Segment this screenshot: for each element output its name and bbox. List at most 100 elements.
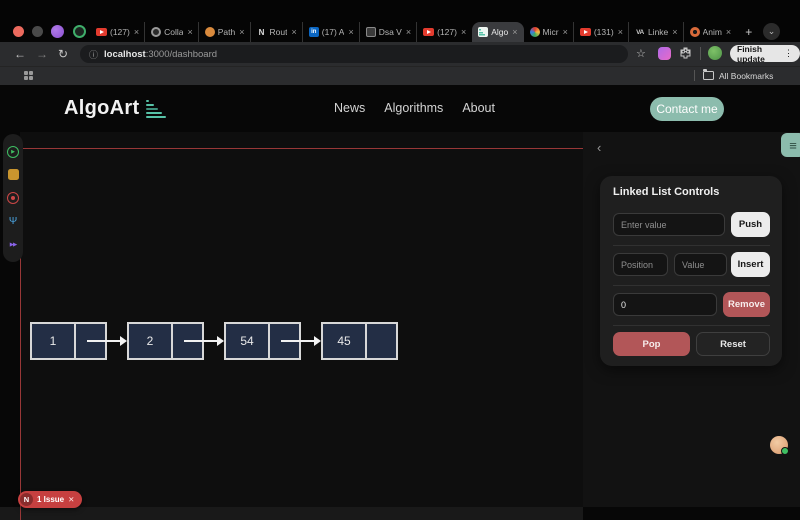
hamburger-menu-button[interactable]: ≡ xyxy=(781,133,800,157)
spider-favicon-icon xyxy=(690,27,700,37)
controls-panel: ‹ ≡ Linked List Controls Push Insert Rem… xyxy=(583,132,800,507)
next-pointer-arrow-icon xyxy=(184,340,217,342)
tab-close-icon[interactable]: × xyxy=(563,27,568,37)
push-value-input[interactable] xyxy=(613,213,725,236)
issue-badge[interactable]: N 1 Issue ✕ xyxy=(18,491,82,508)
tab-overflow-chevron-icon[interactable]: ⌄ xyxy=(763,23,780,40)
push-button[interactable]: Push xyxy=(731,212,770,237)
reset-button[interactable]: Reset xyxy=(696,332,770,356)
nextjs-logo-icon: N xyxy=(20,493,33,506)
app-nav: News Algorithms About xyxy=(334,101,495,115)
issue-close-icon[interactable]: ✕ xyxy=(68,495,74,504)
list-node[interactable]: 45 xyxy=(321,322,398,360)
tab-close-icon[interactable]: × xyxy=(187,27,192,37)
insert-button[interactable]: Insert xyxy=(731,252,770,277)
kebab-menu-icon[interactable]: ⋮ xyxy=(784,48,793,59)
browser-tab[interactable]: (131) × xyxy=(574,22,629,42)
flow-icon[interactable] xyxy=(7,215,19,227)
tab-close-icon[interactable]: × xyxy=(239,27,244,37)
controls-title: Linked List Controls xyxy=(613,186,719,198)
app-logo[interactable]: AlgoArt xyxy=(64,97,166,120)
tab-label: Micr xyxy=(543,27,559,37)
controls-divider xyxy=(613,245,770,246)
all-bookmarks-button[interactable]: All Bookmarks xyxy=(719,70,773,82)
contact-me-button[interactable]: Contact me xyxy=(650,97,724,121)
address-bar[interactable]: ⓘ localhost:3000/dashboard xyxy=(80,45,628,63)
tab-label: Dsa V xyxy=(379,27,402,37)
tab-close-icon[interactable]: × xyxy=(618,27,623,37)
forward-icon[interactable]: → xyxy=(36,45,48,63)
tab-close-icon[interactable]: × xyxy=(348,27,353,37)
remove-position-input[interactable] xyxy=(613,293,717,316)
node-value: 54 xyxy=(226,324,270,358)
next-pointer-arrow-icon xyxy=(87,340,120,342)
finish-update-button[interactable]: Finish update ⋮ xyxy=(730,45,800,62)
issue-count-label: 1 Issue xyxy=(37,495,64,504)
tab-label: (131) xyxy=(594,27,614,37)
browser-tab[interactable]: (127) × xyxy=(90,22,145,42)
browser-tab[interactable]: (127)× xyxy=(417,22,472,42)
tab-close-icon[interactable]: × xyxy=(406,27,411,37)
apps-grid-icon[interactable] xyxy=(24,71,33,80)
node-pointer-cell xyxy=(367,324,396,358)
bar-chart-logo-icon xyxy=(146,100,166,118)
close-window-button[interactable] xyxy=(13,26,24,37)
nav-link-news[interactable]: News xyxy=(334,101,365,115)
bookmark-star-icon[interactable]: ☆ xyxy=(636,45,646,63)
browser-avatar[interactable] xyxy=(708,46,722,60)
browser-tab[interactable]: Linke× xyxy=(629,22,684,42)
insert-value-input[interactable] xyxy=(674,253,727,276)
browser-tab[interactable]: Micr × xyxy=(524,22,574,42)
orange-favicon-icon xyxy=(205,27,215,37)
browser-tab[interactable]: Algo × xyxy=(472,22,523,42)
dev-tool-rail xyxy=(3,134,23,262)
browser-tab[interactable]: Path× xyxy=(199,22,251,42)
youtube-favicon-icon xyxy=(580,28,591,36)
play-icon[interactable] xyxy=(7,146,19,158)
controls-divider xyxy=(613,285,770,286)
pause-icon[interactable] xyxy=(8,169,19,180)
linked-list-canvas xyxy=(20,132,583,507)
tab-close-icon[interactable]: × xyxy=(291,27,296,37)
browser-profile-icon[interactable] xyxy=(51,25,64,38)
pop-button[interactable]: Pop xyxy=(613,332,690,356)
nav-link-algorithms[interactable]: Algorithms xyxy=(384,101,443,115)
browser-tab[interactable]: Anim× xyxy=(684,22,738,42)
tab-close-icon[interactable]: × xyxy=(726,27,731,37)
panel-collapse-chevron-icon[interactable]: ‹ xyxy=(597,140,601,155)
tab-strip: (127)×Colla×Path×Rout×(17) A×Dsa V×(127)… xyxy=(0,0,800,42)
site-info-icon[interactable]: ⓘ xyxy=(89,48,98,61)
app-header: AlgoArt News Algorithms About Contact me xyxy=(0,85,800,132)
remove-button[interactable]: Remove xyxy=(723,292,770,317)
browser-tab[interactable]: Dsa V × xyxy=(360,22,417,42)
nav-link-about[interactable]: About xyxy=(462,101,495,115)
tab-close-icon[interactable]: × xyxy=(134,27,139,37)
tabs-container: (127)×Colla×Path×Rout×(17) A×Dsa V×(127)… xyxy=(90,22,752,42)
tab-close-icon[interactable]: × xyxy=(672,27,677,37)
back-icon[interactable]: ← xyxy=(14,45,26,63)
app-logo-text: AlgoArt xyxy=(64,97,139,120)
bookmarks-bar xyxy=(0,66,800,85)
tab-close-icon[interactable]: × xyxy=(461,27,466,37)
browser-tab[interactable]: (17) A× xyxy=(303,22,360,42)
node-value: 2 xyxy=(129,324,173,358)
browser-tab[interactable]: Colla× xyxy=(145,22,199,42)
tab-label: (127) xyxy=(110,27,130,37)
tab-label: Algo xyxy=(491,27,508,37)
tab-close-icon[interactable]: × xyxy=(512,27,517,37)
minimize-window-button[interactable] xyxy=(32,26,43,37)
pinned-extension-icon[interactable] xyxy=(73,25,86,38)
new-tab-button[interactable]: + xyxy=(745,25,752,39)
browser-tab[interactable]: Rout× xyxy=(251,22,303,42)
feedback-avatar[interactable] xyxy=(770,436,788,454)
youtube-favicon-icon xyxy=(96,28,107,36)
tab-label: (17) A xyxy=(322,27,345,37)
extensions-puzzle-icon[interactable] xyxy=(679,47,692,60)
bottom-strip xyxy=(0,507,583,520)
extension-icon[interactable] xyxy=(658,47,671,60)
tab-label: Rout xyxy=(270,27,288,37)
record-icon[interactable] xyxy=(7,192,19,204)
insert-position-input[interactable] xyxy=(613,253,668,276)
ff-icon[interactable] xyxy=(7,239,19,251)
reload-icon[interactable]: ↻ xyxy=(58,45,68,63)
